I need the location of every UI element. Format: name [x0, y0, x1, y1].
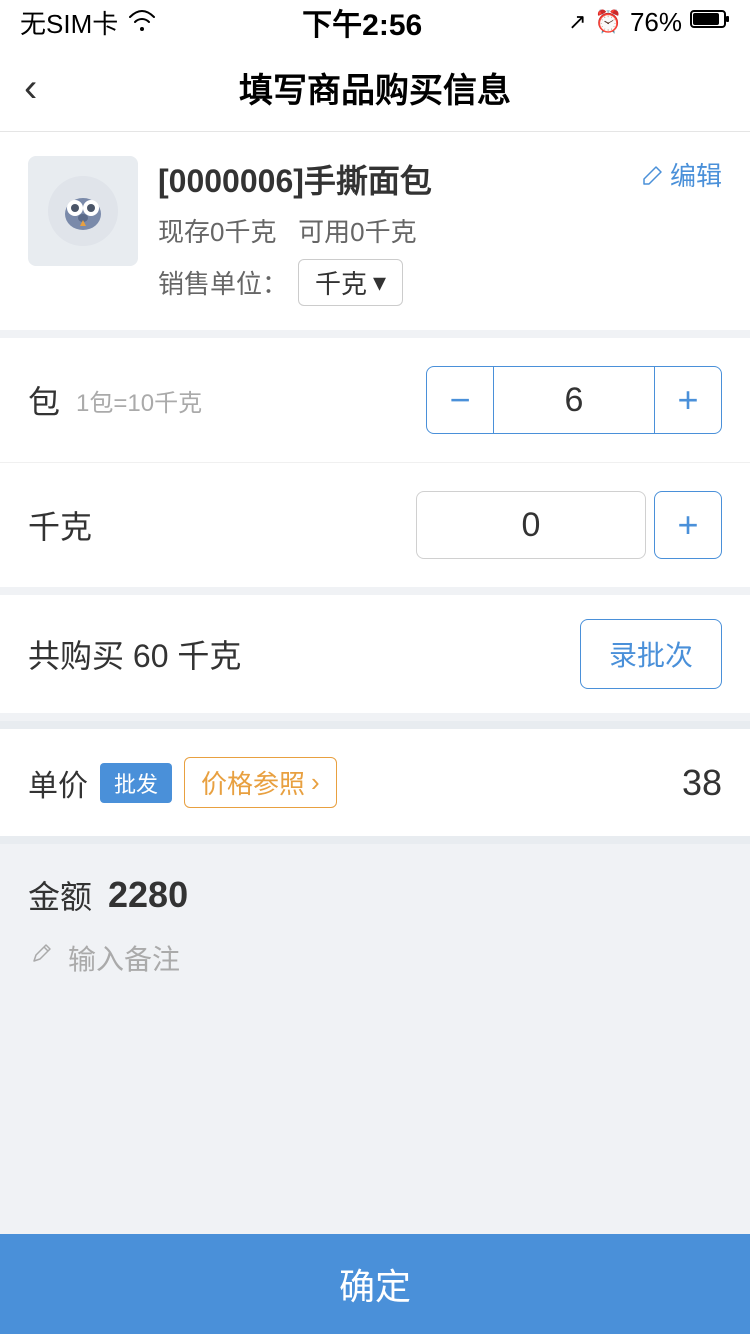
kg-plus-button[interactable]: +	[654, 491, 722, 559]
carrier-text: 无SIM卡	[20, 4, 118, 41]
bao-quantity-control: − +	[426, 366, 722, 434]
price-section: 单价 批发 价格参照 › 38	[0, 729, 750, 844]
edit-button[interactable]: 编辑	[642, 156, 722, 193]
amount-section: 金额 2280 输入备注	[0, 844, 750, 1002]
battery-text: 76%	[630, 7, 682, 38]
status-carrier: 无SIM卡	[20, 4, 156, 41]
edit-icon	[642, 164, 664, 186]
note-row[interactable]: 输入备注	[28, 938, 722, 1002]
total-text: 共购买 60 千克	[28, 631, 241, 677]
bao-sublabel: 1包=10千克	[76, 383, 202, 418]
product-name: [0000006]手撕面包	[158, 156, 722, 202]
product-stock: 现存0千克 可用0千克	[158, 212, 722, 249]
kg-quantity-control: +	[416, 491, 722, 559]
kg-quantity-input[interactable]	[416, 491, 646, 559]
bao-label: 包	[28, 377, 60, 423]
product-card: [0000006]手撕面包 现存0千克 可用0千克 销售单位： 千克 ▾ 编辑	[0, 132, 750, 330]
nav-bar: ‹ 填写商品购买信息	[0, 44, 750, 132]
total-section: 共购买 60 千克 录批次	[0, 595, 750, 713]
amount-label: 金额	[28, 872, 92, 918]
location-icon: ↗	[568, 9, 586, 35]
amount-value: 2280	[108, 874, 188, 916]
product-thumbnail	[28, 156, 138, 266]
empty-space	[0, 1002, 750, 1234]
wifi-icon	[128, 7, 156, 38]
total-row: 共购买 60 千克 录批次	[0, 595, 750, 713]
confirm-text: 确定	[339, 1258, 411, 1310]
note-text: 输入备注	[68, 938, 180, 978]
bao-quantity-input[interactable]	[494, 366, 654, 434]
product-unit-row: 销售单位： 千克 ▾	[158, 259, 722, 306]
confirm-button[interactable]: 确定	[0, 1234, 750, 1334]
record-batch-button[interactable]: 录批次	[580, 619, 722, 689]
price-value: 38	[682, 762, 722, 804]
price-badge: 批发	[100, 763, 172, 803]
chevron-down-icon: ▾	[373, 267, 386, 298]
page-title: 填写商品购买信息	[239, 63, 511, 112]
price-ref-button[interactable]: 价格参照 ›	[184, 757, 337, 808]
amount-row: 金额 2280	[28, 872, 722, 918]
status-right: ↗ ⏰ 76%	[568, 7, 730, 38]
status-bar: 无SIM卡 下午2:56 ↗ ⏰ 76%	[0, 0, 750, 44]
kg-row: 千克 +	[0, 463, 750, 587]
note-icon	[28, 941, 56, 976]
bao-plus-button[interactable]: +	[654, 366, 722, 434]
product-logo	[48, 176, 118, 246]
price-label: 单价	[28, 761, 88, 805]
divider	[0, 721, 750, 729]
status-time: 下午2:56	[302, 0, 422, 44]
bao-row: 包 1包=10千克 − +	[0, 338, 750, 463]
bao-minus-button[interactable]: −	[426, 366, 494, 434]
battery-icon	[690, 8, 730, 36]
bao-section: 包 1包=10千克 − + 千克 +	[0, 338, 750, 587]
back-button[interactable]: ‹	[24, 68, 37, 108]
alarm-icon: ⏰	[595, 9, 622, 35]
product-info: [0000006]手撕面包 现存0千克 可用0千克 销售单位： 千克 ▾	[158, 156, 722, 306]
kg-label: 千克	[28, 502, 92, 548]
unit-select[interactable]: 千克 ▾	[298, 259, 403, 306]
